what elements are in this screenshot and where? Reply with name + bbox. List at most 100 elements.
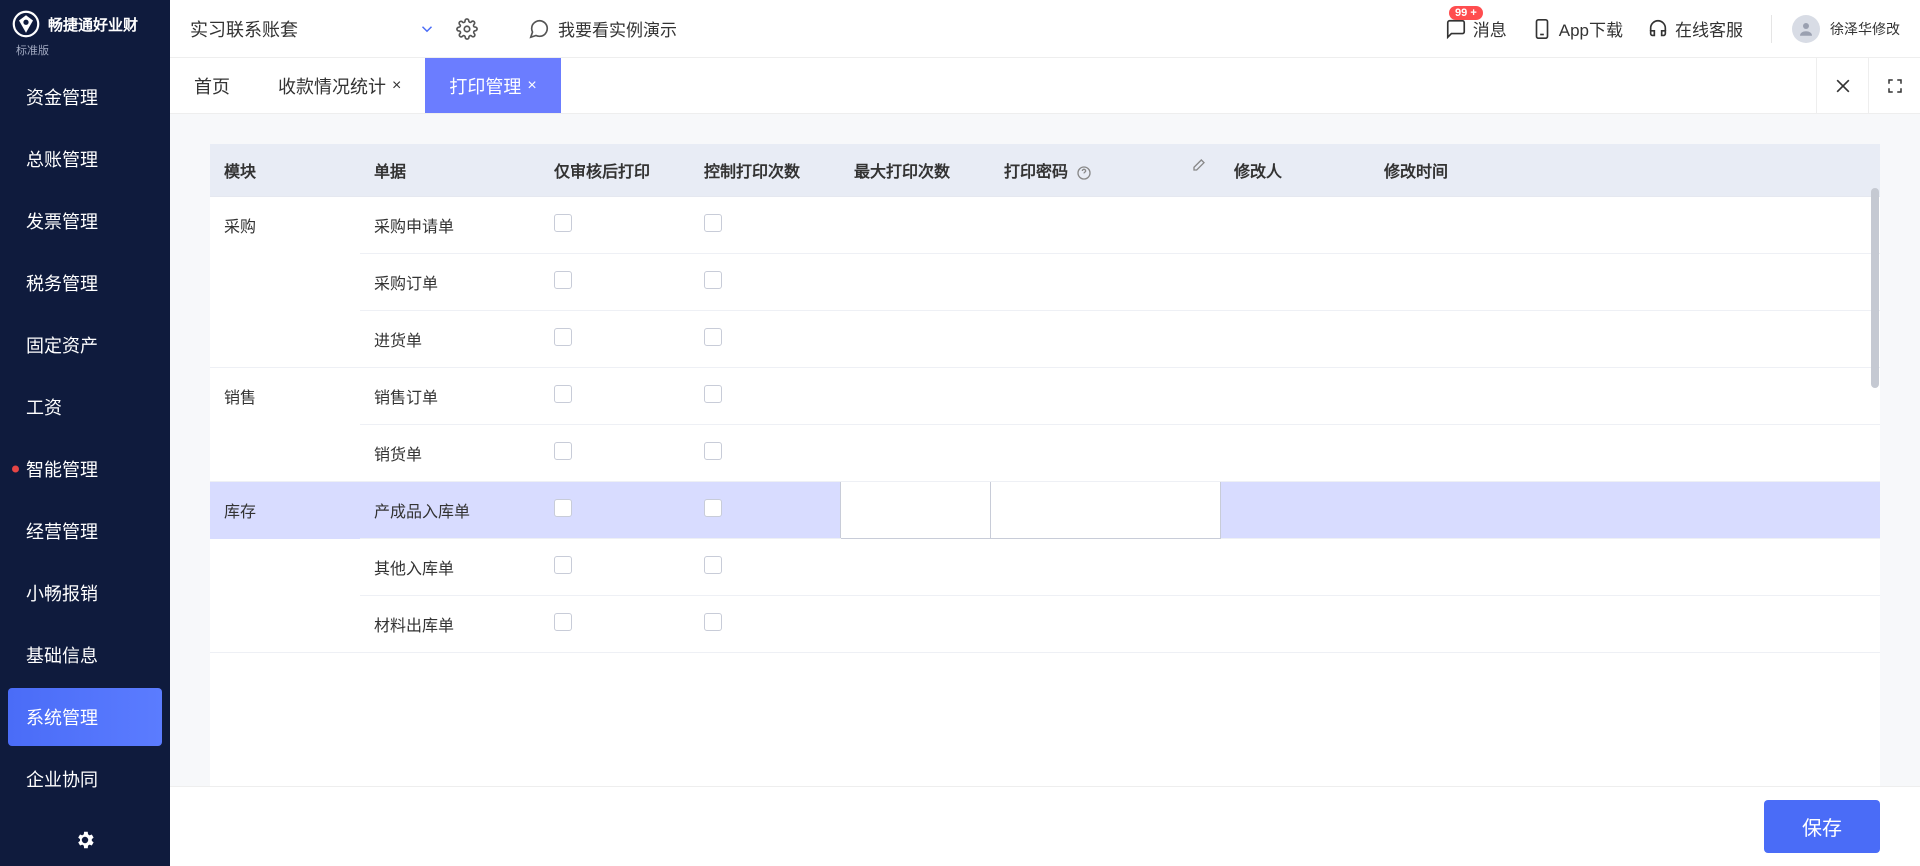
sidebar-item-5[interactable]: 工资 [0,376,170,438]
checkbox-control[interactable] [704,214,722,232]
table-row[interactable]: 采购采购申请单 [210,197,1880,254]
th-modify-time: 修改时间 [1370,144,1880,197]
cell-max-count[interactable] [840,311,990,368]
cell-module [210,596,360,653]
checkbox-control[interactable] [704,328,722,346]
tab-close-icon[interactable]: × [392,77,401,95]
tabbar: 首页 收款情况统计 × 打印管理 × [170,58,1920,114]
table-row[interactable]: 进货单 [210,311,1880,368]
cell-password[interactable] [990,368,1220,425]
table-row[interactable]: 其他入库单 [210,539,1880,596]
account-selector[interactable]: 实习联系账套 [190,16,436,42]
checkbox-audit[interactable] [554,328,572,346]
checkbox-control[interactable] [704,271,722,289]
cell-password[interactable] [990,539,1220,596]
cell-modifier [1220,197,1370,254]
demo-link-label: 我要看实例演示 [558,16,677,41]
help-icon[interactable] [1076,165,1092,181]
message-icon [1445,18,1467,40]
headset-icon [1647,18,1669,40]
checkbox-audit[interactable] [554,556,572,574]
cell-max-count[interactable] [840,254,990,311]
checkbox-control[interactable] [704,499,722,517]
fullscreen-button[interactable] [1868,58,1920,114]
checkbox-audit[interactable] [554,271,572,289]
cell-document: 产成品入库单 [360,482,540,539]
tab-2[interactable]: 打印管理 × [425,58,560,113]
cell-max-count[interactable] [840,596,990,653]
cell-audit-print [540,425,690,482]
tab-1[interactable]: 收款情况统计 × [254,58,425,113]
cell-max-count[interactable] [840,539,990,596]
settings-icon[interactable] [456,18,478,40]
online-service-button[interactable]: 在线客服 [1647,16,1743,41]
tab-close-icon[interactable]: × [527,77,536,95]
sidebar-item-8[interactable]: 小畅报销 [0,562,170,624]
cell-audit-print [540,539,690,596]
topbar: 实习联系账套 我要看实例演示 消息 9 [170,0,1920,58]
checkbox-audit[interactable] [554,442,572,460]
tab-0[interactable]: 首页 [170,58,254,113]
cell-audit-print [540,197,690,254]
cell-modifier [1220,539,1370,596]
checkbox-control[interactable] [704,442,722,460]
cell-password[interactable] [990,197,1220,254]
sidebar-item-10[interactable]: 系统管理 [8,688,162,746]
cell-max-count[interactable] [840,197,990,254]
th-control-count: 控制打印次数 [690,144,840,197]
close-all-tabs-button[interactable] [1816,58,1868,114]
cell-control-count [690,368,840,425]
tab-label: 收款情况统计 [278,73,386,99]
checkbox-control[interactable] [704,613,722,631]
cell-password[interactable] [990,596,1220,653]
settings-gear-icon[interactable] [74,829,96,851]
scrollbar-thumb[interactable] [1871,188,1879,388]
table-row[interactable]: 销售销售订单 [210,368,1880,425]
sidebar-item-3[interactable]: 税务管理 [0,252,170,314]
app-download-button[interactable]: App下载 [1531,16,1623,41]
tab-label: 打印管理 [449,73,521,99]
cell-max-count[interactable] [840,368,990,425]
cell-audit-print [540,311,690,368]
checkbox-audit[interactable] [554,613,572,631]
avatar-icon [1792,15,1820,43]
checkbox-control[interactable] [704,385,722,403]
sidebar-item-1[interactable]: 总账管理 [0,128,170,190]
cell-modify-time [1370,197,1880,254]
table-row[interactable]: 材料出库单 [210,596,1880,653]
cell-document: 销货单 [360,425,540,482]
cell-password[interactable] [990,311,1220,368]
cell-max-count[interactable] [840,425,990,482]
edit-column-icon[interactable] [1190,158,1206,174]
sidebar-item-0[interactable]: 资金管理 [0,66,170,128]
checkbox-audit[interactable] [554,499,572,517]
table-row[interactable]: 库存产成品入库单 [210,482,1880,539]
checkbox-audit[interactable] [554,385,572,403]
messages-button[interactable]: 消息 99 + [1445,16,1507,41]
demo-link[interactable]: 我要看实例演示 [528,16,677,41]
sidebar-item-9[interactable]: 基础信息 [0,624,170,686]
sidebar-item-6[interactable]: 智能管理 [0,438,170,500]
tab-label: 首页 [194,73,230,99]
sidebar-item-4[interactable]: 固定资产 [0,314,170,376]
cell-password[interactable] [990,425,1220,482]
sidebar-item-2[interactable]: 发票管理 [0,190,170,252]
speech-icon [528,18,550,40]
user-menu[interactable]: 徐泽华修改 [1771,15,1900,43]
checkbox-audit[interactable] [554,214,572,232]
cell-document: 进货单 [360,311,540,368]
cell-modify-time [1370,482,1880,539]
sidebar-item-7[interactable]: 经营管理 [0,500,170,562]
cell-password[interactable] [990,482,1220,539]
save-button[interactable]: 保存 [1764,800,1880,853]
cell-modify-time [1370,254,1880,311]
table-row[interactable]: 采购订单 [210,254,1880,311]
cell-module: 销售 [210,368,360,425]
tabbar-actions [1816,58,1920,113]
cell-max-count[interactable] [840,482,990,539]
th-max-count: 最大打印次数 [840,144,990,197]
cell-password[interactable] [990,254,1220,311]
sidebar-item-11[interactable]: 企业协同 [0,748,170,810]
table-row[interactable]: 销货单 [210,425,1880,482]
checkbox-control[interactable] [704,556,722,574]
